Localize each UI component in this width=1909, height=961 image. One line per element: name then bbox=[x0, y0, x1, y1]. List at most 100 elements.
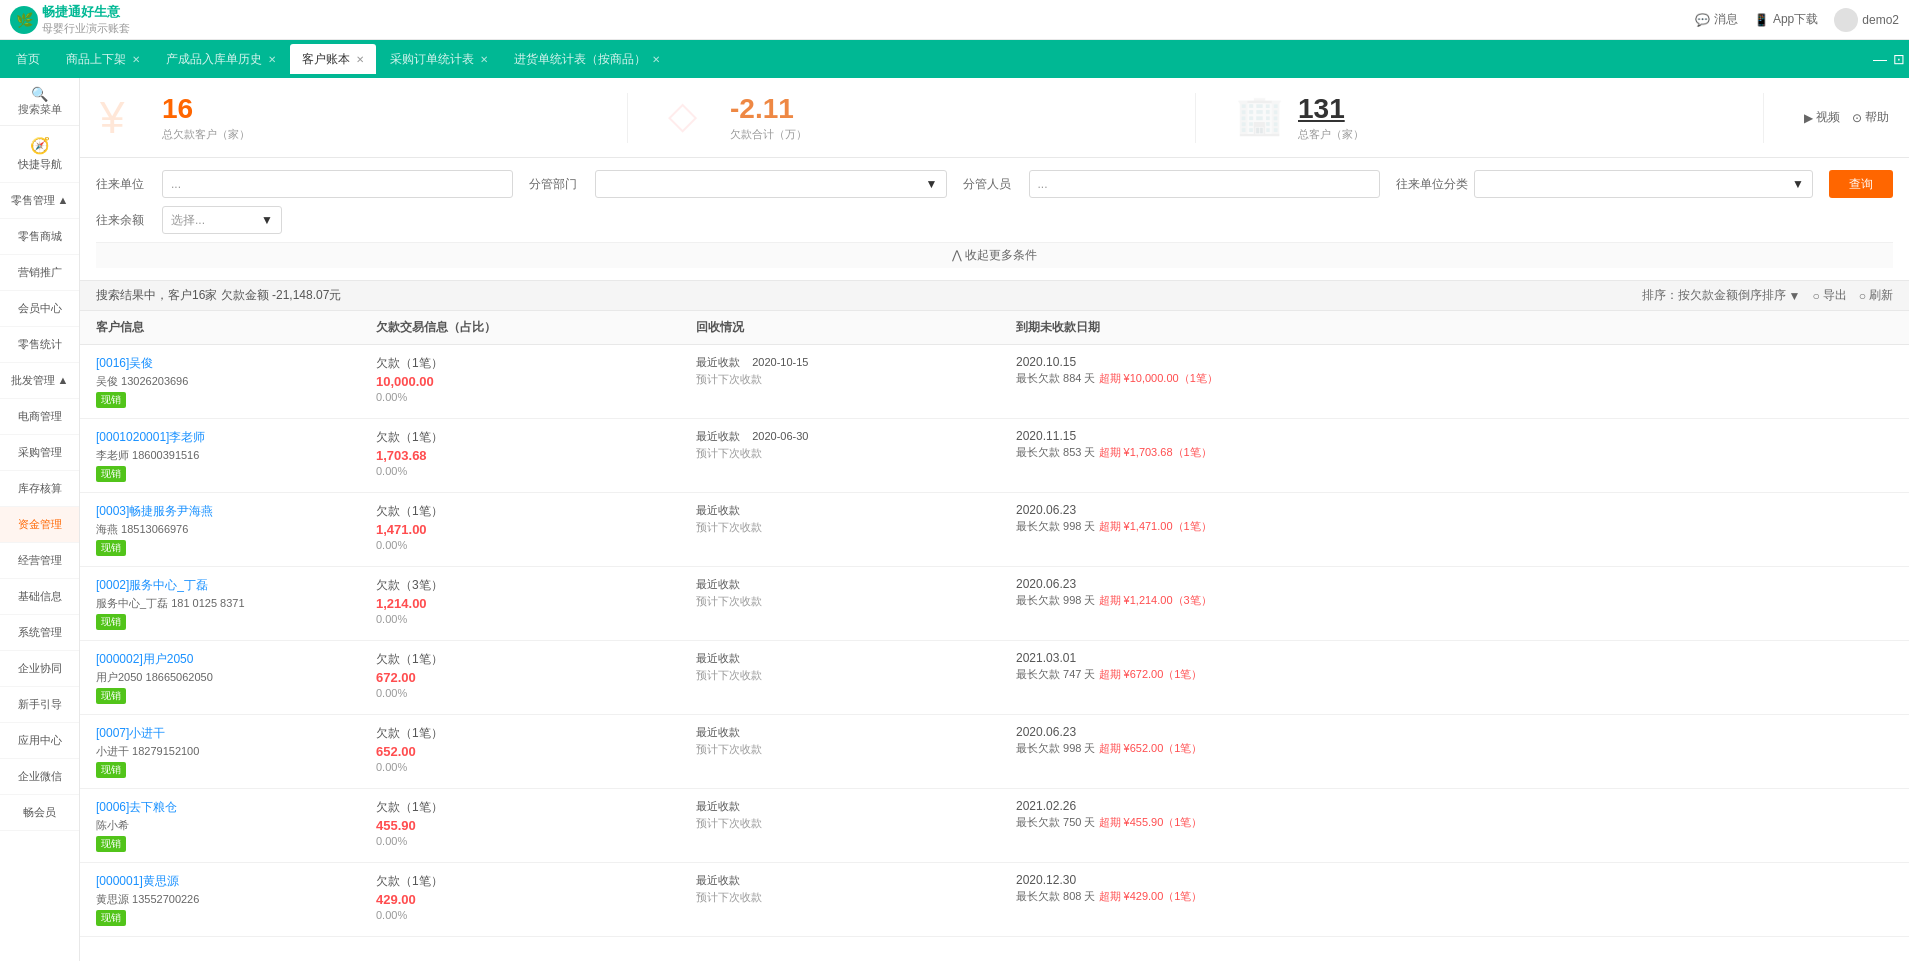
debt-percent: 0.00% bbox=[376, 909, 696, 921]
sidebar-item-system-manage[interactable]: 系统管理 bbox=[0, 615, 79, 651]
sidebar-item-retail-manage[interactable]: 零售管理 ▲ bbox=[0, 183, 79, 219]
customer-name[interactable]: [0003]畅捷服务尹海燕 bbox=[96, 503, 376, 520]
sidebar-item-enterprise-wechat[interactable]: 企业微信 bbox=[0, 759, 79, 795]
results-bar-right: 排序：按欠款金额倒序排序 ▼ ○ 导出 ○ 刷新 bbox=[1642, 287, 1893, 304]
overdue-link[interactable]: 超期 ¥455.90（1笔） bbox=[1099, 816, 1203, 828]
sidebar-item-enterprise-collab[interactable]: 企业协同 bbox=[0, 651, 79, 687]
overdue-link[interactable]: 超期 ¥10,000.00（1笔） bbox=[1099, 372, 1218, 384]
overdue-days: 最长欠款 998 天 超期 ¥652.00（1笔） bbox=[1016, 741, 1893, 756]
col-recovery: 回收情况 bbox=[696, 319, 1016, 336]
tab-close-icon[interactable]: ✕ bbox=[356, 54, 364, 65]
sidebar-item-marketing[interactable]: 营销推广 bbox=[0, 255, 79, 291]
balance-select[interactable]: 选择... ▼ bbox=[162, 206, 282, 234]
filter-row-2: 往来余额 选择... ▼ bbox=[96, 206, 1893, 234]
app-download-btn[interactable]: 📱 App下载 bbox=[1754, 11, 1818, 28]
stats-bar: ¥ 16 总欠款客户（家） ◇ -2.11 欠款合计（万） 🏢 131 总客户（… bbox=[80, 78, 1909, 158]
overdue-link[interactable]: 超期 ¥1,214.00（3笔） bbox=[1099, 594, 1212, 606]
tab-close-icon[interactable]: ✕ bbox=[132, 54, 140, 65]
sidebar-member-center-label: 会员中心 bbox=[4, 301, 75, 316]
sidebar-item-ops-manage[interactable]: 经营管理 bbox=[0, 543, 79, 579]
chevron-down-icon-4: ▼ bbox=[1789, 289, 1801, 303]
sidebar-item-nav[interactable]: 🧭 快捷导航 bbox=[0, 126, 79, 183]
search-button[interactable]: 查询 bbox=[1829, 170, 1893, 198]
sidebar-item-app-center[interactable]: 应用中心 bbox=[0, 723, 79, 759]
customer-name[interactable]: [0007]小进干 bbox=[96, 725, 376, 742]
debt-info-cell: 欠款（1笔） 1,471.00 0.00% bbox=[376, 503, 696, 551]
debt-percent: 0.00% bbox=[376, 391, 696, 403]
tab-production-history[interactable]: 产成品入库单历史 ✕ bbox=[154, 44, 288, 74]
person-input[interactable]: ... bbox=[1029, 170, 1380, 198]
sidebar-marketing-label: 营销推广 bbox=[4, 265, 75, 280]
sidebar-item-capital-manage[interactable]: 资金管理 bbox=[0, 507, 79, 543]
tab-stock-statistics-label: 进货单统计表（按商品） bbox=[514, 51, 646, 68]
overdue-link[interactable]: 超期 ¥672.00（1笔） bbox=[1099, 668, 1203, 680]
tab-close-icon[interactable]: ✕ bbox=[480, 54, 488, 65]
customer-name[interactable]: [000002]用户2050 bbox=[96, 651, 376, 668]
sidebar-item-member-center[interactable]: 会员中心 bbox=[0, 291, 79, 327]
tab-product-up-down[interactable]: 商品上下架 ✕ bbox=[54, 44, 152, 74]
refresh-btn[interactable]: ○ 刷新 bbox=[1859, 287, 1893, 304]
sidebar-retail-manage-label: 零售管理 ▲ bbox=[4, 193, 75, 208]
overdue-link[interactable]: 超期 ¥652.00（1笔） bbox=[1099, 742, 1203, 754]
customer-name[interactable]: [0001020001]李老师 bbox=[96, 429, 376, 446]
table-header: 客户信息 欠款交易信息（占比） 回收情况 到期未收款日期 bbox=[80, 311, 1909, 345]
due-date-cell: 2020.11.15 最长欠款 853 天 超期 ¥1,703.68（1笔） bbox=[1016, 429, 1893, 460]
from-unit-input[interactable]: ... bbox=[162, 170, 513, 198]
unit-classify-select[interactable]: ▼ bbox=[1474, 170, 1813, 198]
debt-info-cell: 欠款（1笔） 1,703.68 0.00% bbox=[376, 429, 696, 477]
sidebar-item-purchase-manage[interactable]: 采购管理 bbox=[0, 435, 79, 471]
recovery-next: 预计下次收款 bbox=[696, 372, 1016, 387]
tab-maximize-icon[interactable]: ⊡ bbox=[1893, 51, 1905, 67]
customer-name[interactable]: [0002]服务中心_丁磊 bbox=[96, 577, 376, 594]
recovery-next: 预计下次收款 bbox=[696, 742, 1016, 757]
tab-close-icon[interactable]: ✕ bbox=[268, 54, 276, 65]
debt-amount: 429.00 bbox=[376, 892, 696, 907]
tab-home[interactable]: 首页 bbox=[4, 44, 52, 74]
help-icon: ⊙ bbox=[1852, 111, 1862, 125]
customer-info-cell: [0006]去下粮仓 陈小希 现销 bbox=[96, 799, 376, 852]
user-menu[interactable]: demo2 bbox=[1834, 8, 1899, 32]
customer-phone: 海燕 18513066976 bbox=[96, 522, 376, 537]
sidebar-item-batch-manage[interactable]: 批发管理 ▲ bbox=[0, 363, 79, 399]
customer-name[interactable]: [0006]去下粮仓 bbox=[96, 799, 376, 816]
export-btn[interactable]: ○ 导出 bbox=[1813, 287, 1847, 304]
total-customers-label: 总客户（家） bbox=[1298, 127, 1364, 142]
overdue-link[interactable]: 超期 ¥429.00（1笔） bbox=[1099, 890, 1203, 902]
logo-area: 🌿 畅捷通好生意 母婴行业演示账套 bbox=[10, 3, 130, 36]
sidebar-item-vip-member[interactable]: 畅会员 bbox=[0, 795, 79, 831]
customer-name[interactable]: [0016]吴俊 bbox=[96, 355, 376, 372]
message-btn[interactable]: 💬 消息 bbox=[1695, 11, 1738, 28]
sidebar-item-retail-mall[interactable]: 零售商城 bbox=[0, 219, 79, 255]
recovery-next: 预计下次收款 bbox=[696, 594, 1016, 609]
collapse-label: 收起更多条件 bbox=[965, 248, 1037, 262]
sidebar-item-new-guide[interactable]: 新手引导 bbox=[0, 687, 79, 723]
sidebar-new-guide-label: 新手引导 bbox=[4, 697, 75, 712]
sort-control[interactable]: 排序：按欠款金额倒序排序 ▼ bbox=[1642, 287, 1801, 304]
sidebar-item-inventory[interactable]: 库存核算 bbox=[0, 471, 79, 507]
tab-minimize-icon[interactable]: — bbox=[1873, 51, 1887, 67]
recovery-cell: 最近收款 2020-10-15 预计下次收款 bbox=[696, 355, 1016, 387]
overdue-link[interactable]: 超期 ¥1,471.00（1笔） bbox=[1099, 520, 1212, 532]
sidebar-item-ecommerce[interactable]: 电商管理 bbox=[0, 399, 79, 435]
tab-customer-account[interactable]: 客户账本 ✕ bbox=[290, 44, 376, 74]
tab-purchase-order[interactable]: 采购订单统计表 ✕ bbox=[378, 44, 500, 74]
recovery-next: 预计下次收款 bbox=[696, 816, 1016, 831]
collapse-bar[interactable]: ⋀ 收起更多条件 bbox=[96, 242, 1893, 268]
due-date-cell: 2020.12.30 最长欠款 808 天 超期 ¥429.00（1笔） bbox=[1016, 873, 1893, 904]
sidebar-search[interactable]: 🔍 搜索菜单 bbox=[0, 78, 79, 126]
overdue-link[interactable]: 超期 ¥1,703.68（1笔） bbox=[1099, 446, 1212, 458]
debt-total-label: 欠款合计（万） bbox=[730, 127, 807, 142]
sidebar-item-retail-stats[interactable]: 零售统计 bbox=[0, 327, 79, 363]
sidebar-item-basic-info[interactable]: 基础信息 bbox=[0, 579, 79, 615]
debt-amount: 1,471.00 bbox=[376, 522, 696, 537]
help-btn[interactable]: ⊙ 帮助 bbox=[1852, 109, 1889, 126]
stat-yuan-icon: ¥ bbox=[100, 93, 150, 143]
recovery-cell: 最近收款 预计下次收款 bbox=[696, 725, 1016, 757]
phone-icon: 📱 bbox=[1754, 13, 1769, 27]
tab-stock-statistics[interactable]: 进货单统计表（按商品） ✕ bbox=[502, 44, 672, 74]
video-btn[interactable]: ▶ 视频 bbox=[1804, 109, 1840, 126]
tab-close-icon[interactable]: ✕ bbox=[652, 54, 660, 65]
chevron-down-icon: ▼ bbox=[926, 177, 938, 191]
customer-name[interactable]: [000001]黄思源 bbox=[96, 873, 376, 890]
dept-select[interactable]: ▼ bbox=[595, 170, 946, 198]
